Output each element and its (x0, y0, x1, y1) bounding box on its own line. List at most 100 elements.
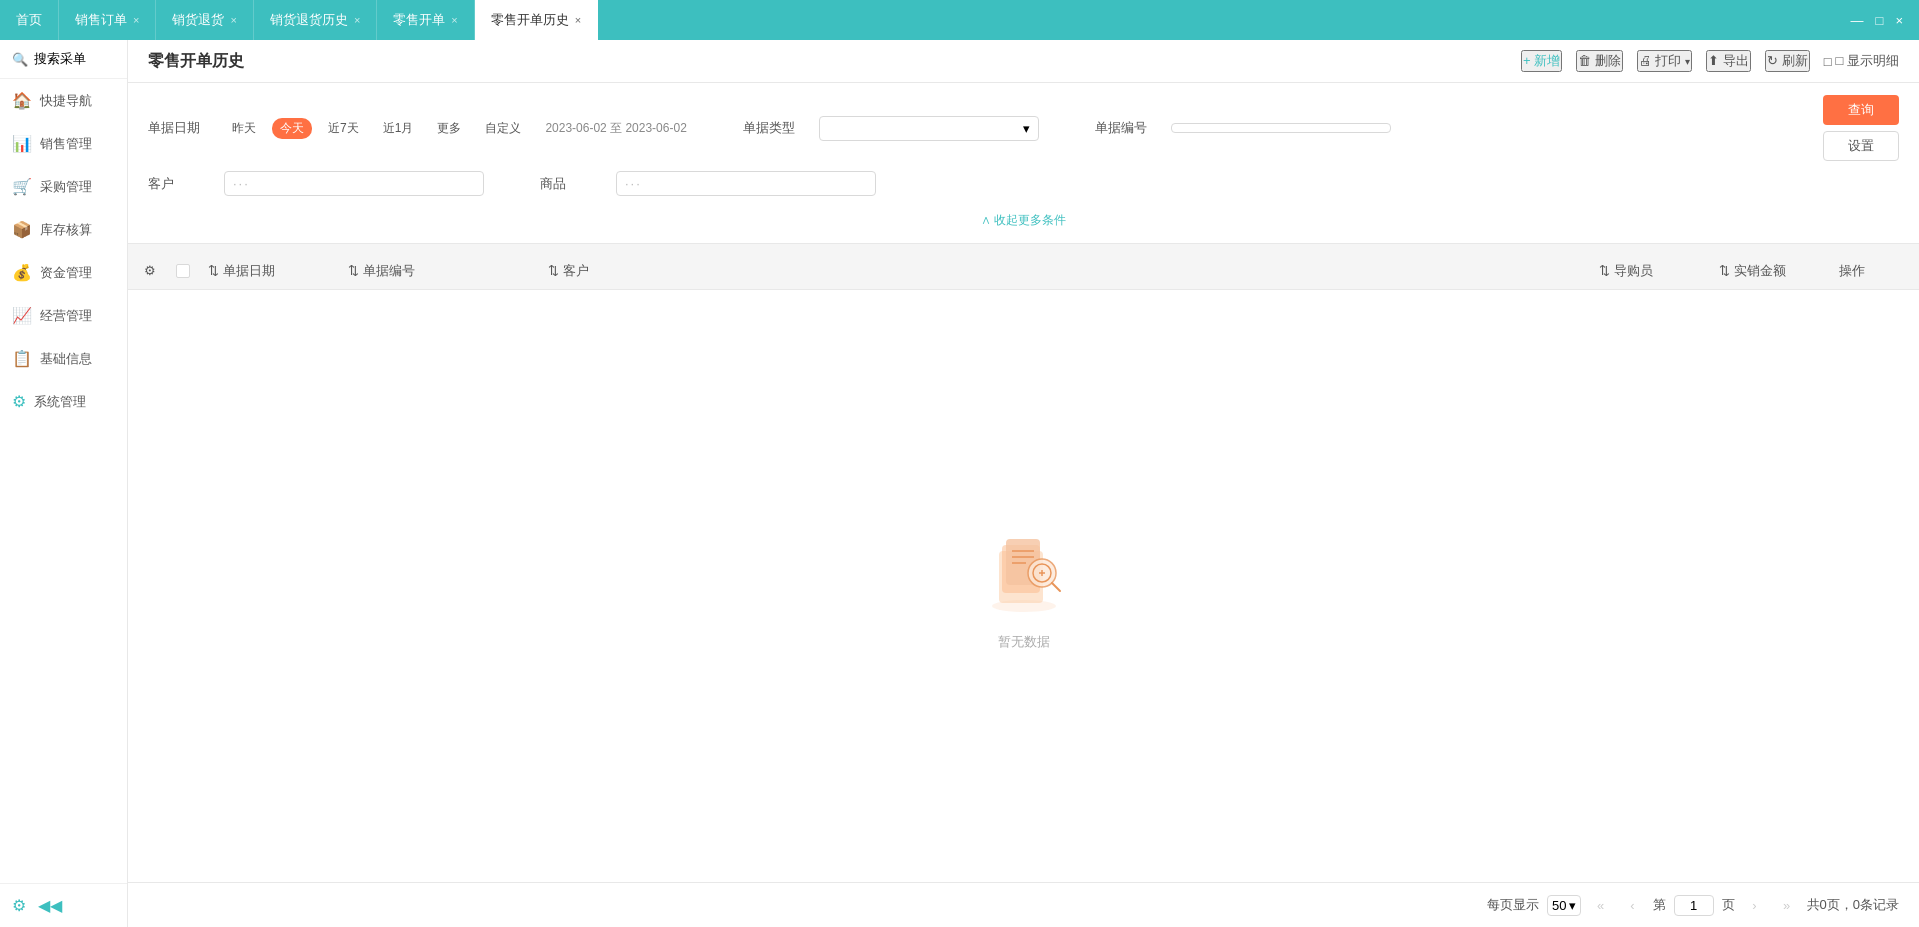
settings-icon[interactable]: ⚙ (12, 896, 26, 915)
goods-input[interactable]: ··· (616, 171, 876, 196)
print-button[interactable]: 🖨 打印 ▾ (1637, 50, 1693, 72)
sidebar-item-label: 基础信息 (40, 350, 92, 368)
sidebar-item-资金管理[interactable]: 💰 资金管理 (0, 251, 127, 294)
date-shortcut-更多[interactable]: 更多 (429, 118, 469, 139)
total-label: 共0页，0条记录 (1807, 896, 1899, 914)
search-label: 搜索采单 (34, 50, 86, 68)
refresh-button[interactable]: ↻ 刷新 (1765, 50, 1810, 72)
print-label: 🖨 打印 (1639, 52, 1682, 70)
col-settings[interactable]: ⚙ (136, 263, 168, 278)
export-button[interactable]: ⬆ 导出 (1706, 50, 1751, 72)
next-page-btn[interactable]: › (1743, 893, 1767, 917)
tab-close-icon[interactable]: × (354, 14, 360, 26)
tab-零售开单历史[interactable]: 零售开单历史× (475, 0, 598, 40)
date-range: 2023-06-02 至 2023-06-02 (545, 120, 686, 137)
first-page-btn[interactable]: « (1589, 893, 1613, 917)
top-bar: 首页销售订单×销货退货×销货退货历史×零售开单×零售开单历史× — □ × (0, 0, 1919, 40)
sidebar-item-label: 资金管理 (40, 264, 92, 282)
sidebar: 🔍 搜索采单 🏠快捷导航 📊 销售管理 🛒 采购管理 📦 库存核算 💰 资金管理 📈经营管理 📋 基础… (0, 40, 128, 927)
sidebar-item-label: 采购管理 (40, 178, 92, 196)
sort-icon-guide[interactable]: ⇅ (1599, 263, 1610, 278)
page-title: 零售开单历史 (148, 51, 244, 72)
collapse-bar[interactable]: ∧ 收起更多条件 (148, 206, 1899, 231)
maximize-icon[interactable]: □ (1876, 13, 1884, 28)
col-guide: ⇅ 导购员 (1591, 262, 1711, 280)
collapse-icon[interactable]: ◀◀ (38, 896, 62, 915)
sidebar-item-基础信息[interactable]: 📋 基础信息 (0, 337, 127, 380)
sidebar-item-经营管理[interactable]: 📈经营管理 (0, 294, 127, 337)
empty-area: 暂无数据 (128, 290, 1919, 882)
page-size-value: 50 (1552, 898, 1566, 913)
sidebar-icon: 🛒 (12, 177, 32, 196)
sidebar-item-label: 库存核算 (40, 221, 92, 239)
col-amount: ⇅ 实销金额 (1711, 262, 1831, 280)
tab-close-icon[interactable]: × (133, 14, 139, 26)
tab-首页[interactable]: 首页 (0, 0, 59, 40)
col-check[interactable] (168, 264, 200, 278)
sidebar-icon: ⚙ (12, 392, 26, 411)
sort-icon-num[interactable]: ⇅ (348, 263, 359, 278)
header-checkbox[interactable] (176, 264, 190, 278)
goods-label: 商品 (540, 175, 600, 193)
bill-num-input[interactable] (1171, 123, 1391, 133)
sidebar-item-label: 销售管理 (40, 135, 92, 153)
query-button[interactable]: 查询 (1823, 95, 1899, 125)
prev-page-btn[interactable]: ‹ (1621, 893, 1645, 917)
date-shortcut-昨天[interactable]: 昨天 (224, 118, 264, 139)
sidebar-search[interactable]: 🔍 搜索采单 (0, 40, 127, 79)
sidebar-item-采购管理[interactable]: 🛒 采购管理 (0, 165, 127, 208)
sort-icon-amount[interactable]: ⇅ (1719, 263, 1730, 278)
tab-销货退货[interactable]: 销货退货× (156, 0, 253, 40)
tab-close-icon[interactable]: × (451, 14, 457, 26)
sidebar-icon: 📊 (12, 134, 32, 153)
empty-text: 暂无数据 (998, 633, 1050, 651)
customer-input[interactable]: ··· (224, 171, 484, 196)
date-shortcut-自定义[interactable]: 自定义 (477, 118, 529, 139)
customer-label: 客户 (148, 175, 208, 193)
sidebar-item-销售管理[interactable]: 📊 销售管理 (0, 122, 127, 165)
minimize-icon[interactable]: — (1851, 13, 1864, 28)
date-shortcut-近1月[interactable]: 近1月 (375, 118, 422, 139)
checkbox-icon: □ (1824, 54, 1832, 69)
sidebar-icon: 📋 (12, 349, 32, 368)
date-shortcut-今天[interactable]: 今天 (272, 118, 312, 139)
filter-row-2: 客户 ··· 商品 ··· (148, 171, 1899, 196)
main-layout: 🔍 搜索采单 🏠快捷导航 📊 销售管理 🛒 采购管理 📦 库存核算 💰 资金管理 📈经营管理 📋 基础… (0, 40, 1919, 927)
table-header: ⚙ ⇅ 单据日期 ⇅ 单据编号 ⇅ 客户 ⇅ (128, 252, 1919, 290)
sidebar-items: 🏠快捷导航 📊 销售管理 🛒 采购管理 📦 库存核算 💰 资金管理 📈经营管理 📋 基础信息 ⚙系统管理 (0, 79, 127, 423)
sidebar-bottom: ⚙ ◀◀ (0, 883, 127, 927)
sidebar-item-快捷导航[interactable]: 🏠快捷导航 (0, 79, 127, 122)
sidebar-icon: 📦 (12, 220, 32, 239)
tab-close-icon[interactable]: × (575, 14, 581, 26)
date-shortcut-近7天[interactable]: 近7天 (320, 118, 367, 139)
delete-button[interactable]: 🗑 删除 (1576, 50, 1623, 72)
print-chevron: ▾ (1685, 56, 1690, 67)
toolbar: + 新增 🗑 删除 🖨 打印 ▾ ⬆ 导出 ↻ 刷新 □ □ 显示明细 (1521, 50, 1899, 72)
tab-零售开单[interactable]: 零售开单× (377, 0, 474, 40)
col-date-label: 单据日期 (223, 262, 275, 280)
page-size-chevron: ▾ (1569, 898, 1576, 913)
sort-icon[interactable]: ⇅ (208, 263, 219, 278)
gear-icon[interactable]: ⚙ (144, 263, 156, 278)
sort-icon-customer[interactable]: ⇅ (548, 263, 559, 278)
display-detail-toggle[interactable]: □ □ 显示明细 (1824, 52, 1899, 70)
sidebar-item-库存核算[interactable]: 📦 库存核算 (0, 208, 127, 251)
page-input[interactable] (1674, 895, 1714, 916)
col-guide-label: 导购员 (1614, 262, 1653, 280)
filter-settings-button[interactable]: 设置 (1823, 131, 1899, 161)
close-icon[interactable]: × (1895, 13, 1903, 28)
col-action-label: 操作 (1839, 262, 1865, 280)
tab-close-icon[interactable]: × (230, 14, 236, 26)
bill-type-select[interactable]: ▾ (819, 116, 1039, 141)
add-button[interactable]: + 新增 (1521, 50, 1562, 72)
tab-销货退货历史[interactable]: 销货退货历史× (254, 0, 377, 40)
sidebar-item-系统管理[interactable]: ⚙系统管理 (0, 380, 127, 423)
filter-row-1: 单据日期 昨天今天近7天近1月更多自定义 2023-06-02 至 2023-0… (148, 95, 1899, 161)
last-page-btn[interactable]: » (1775, 893, 1799, 917)
col-amount-label: 实销金额 (1734, 262, 1786, 280)
dropdown-icon: ▾ (1023, 121, 1030, 136)
bill-type-label: 单据类型 (743, 119, 803, 137)
tab-销售订单[interactable]: 销售订单× (59, 0, 156, 40)
sidebar-icon: 💰 (12, 263, 32, 282)
page-size-select[interactable]: 50 ▾ (1547, 895, 1580, 916)
